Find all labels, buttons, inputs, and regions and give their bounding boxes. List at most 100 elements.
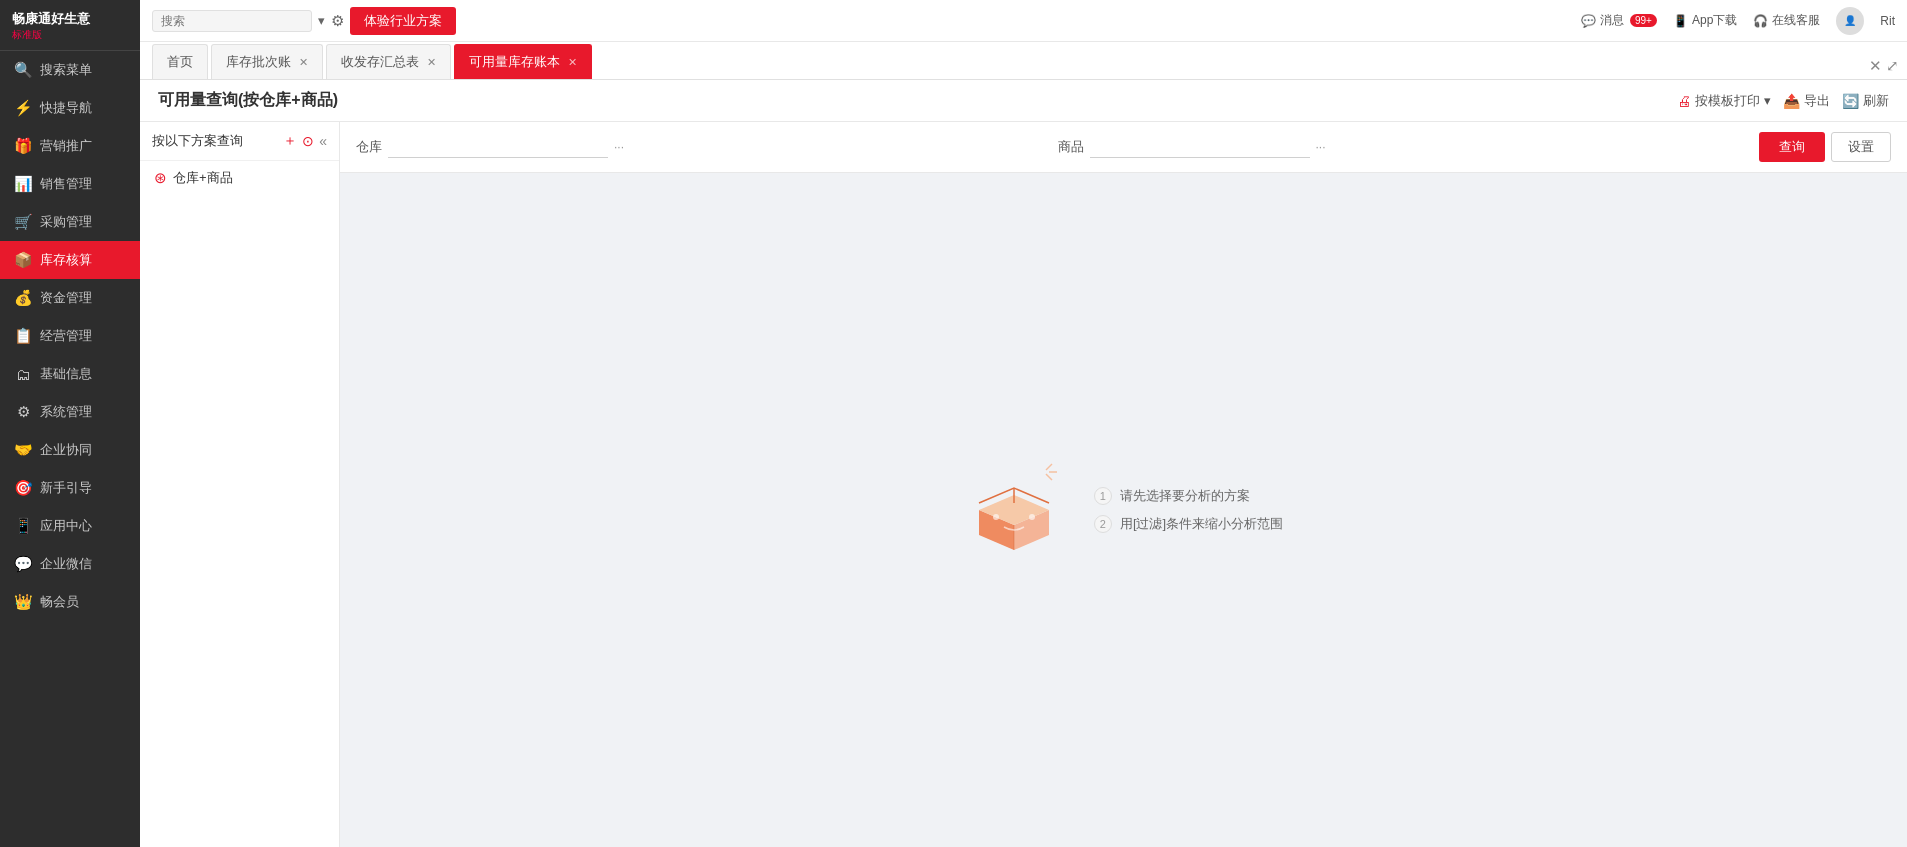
sidebar-item-marketing[interactable]: 🎁营销推广 — [0, 127, 140, 165]
tab-available[interactable]: 可用量库存账本 ✕ — [454, 44, 592, 79]
sales-icon: 📊 — [14, 175, 32, 193]
system-icon: ⚙ — [14, 403, 32, 421]
sidebar-item-label: 企业协同 — [40, 441, 92, 459]
print-btn[interactable]: 🖨 按模板打印 ▾ — [1677, 92, 1771, 110]
work-area: 按以下方案查询 ＋ ⊙ « ⊛ 仓库+商品 仓库 — [140, 122, 1907, 847]
add-scheme-btn[interactable]: ＋ — [283, 132, 297, 150]
tab-close-available[interactable]: ✕ — [568, 56, 577, 69]
topbar-right: 💬 消息 99+ 📱 App下载 🎧 在线客服 👤 Rit — [1581, 7, 1895, 35]
gear-btn[interactable]: ⚙ — [331, 12, 344, 30]
sidebar-item-cooperation[interactable]: 🤝企业协同 — [0, 431, 140, 469]
tab-batch[interactable]: 库存批次账 ✕ — [211, 44, 323, 79]
sidebar-item-search[interactable]: 🔍 搜索菜单 — [0, 51, 140, 89]
trial-btn[interactable]: 体验行业方案 — [350, 7, 456, 35]
app-edition: 标准版 — [12, 28, 128, 42]
sidebar-item-finance[interactable]: 💰资金管理 — [0, 279, 140, 317]
purchase-icon: 🛒 — [14, 213, 32, 231]
apps-icon: 📱 — [14, 517, 32, 535]
sidebar-item-label: 新手引导 — [40, 479, 92, 497]
sidebar-item-guide[interactable]: 🎯 新手引导 — [0, 469, 140, 507]
user-avatar[interactable]: 👤 — [1836, 7, 1864, 35]
sidebar-item-system[interactable]: ⚙系统管理 — [0, 393, 140, 431]
tabbar: 首页库存批次账✕收发存汇总表✕可用量库存账本✕ ✕ ⤢ — [140, 42, 1907, 80]
tab-close-batch[interactable]: ✕ — [299, 56, 308, 69]
settings-scheme-btn[interactable]: ⊙ — [302, 133, 314, 149]
avatar-placeholder: 👤 — [1844, 15, 1856, 26]
filter-settings-btn[interactable]: 设置 — [1831, 132, 1891, 162]
search-input[interactable] — [152, 10, 312, 32]
sidebar-item-label: 搜索菜单 — [40, 61, 92, 79]
sidebar-item-label: 应用中心 — [40, 517, 92, 535]
basic-icon: 🗂 — [14, 366, 32, 383]
scheme-label: 仓库+商品 — [173, 169, 233, 187]
expand-window-btn[interactable]: ⤢ — [1886, 57, 1899, 75]
tip-item-1: 1 请先选择要分析的方案 — [1094, 487, 1283, 505]
tip-text-2: 用[过滤]条件来缩小分析范围 — [1120, 515, 1283, 533]
content-area: 可用量查询(按仓库+商品) 🖨 按模板打印 ▾ 📤 导出 🔄 刷新 — [140, 80, 1907, 847]
empty-state: 1 请先选择要分析的方案 2 用[过滤]条件来缩小分析范围 — [340, 173, 1907, 847]
left-panel: 按以下方案查询 ＋ ⊙ « ⊛ 仓库+商品 — [140, 122, 340, 847]
query-btn[interactable]: 查询 — [1759, 132, 1825, 162]
dropdown-btn[interactable]: ▾ — [318, 13, 325, 28]
topbar-search-area: ▾ ⚙ 体验行业方案 — [152, 7, 1573, 35]
close-window-btn[interactable]: ✕ — [1869, 57, 1882, 75]
product-more-btn[interactable]: ··· — [1316, 140, 1326, 154]
export-icon: 📤 — [1783, 93, 1800, 109]
sidebar-item-basic[interactable]: 🗂 基础信息 — [0, 355, 140, 393]
sidebar-item-label: 基础信息 — [40, 365, 92, 383]
tab-label-available: 可用量库存账本 — [469, 53, 560, 71]
message-btn[interactable]: 💬 消息 99+ — [1581, 12, 1657, 29]
scheme-item-warehouse-product[interactable]: ⊛ 仓库+商品 — [140, 161, 339, 195]
warehouse-more-btn[interactable]: ··· — [614, 140, 624, 154]
empty-illustration — [964, 460, 1064, 560]
search-icon: 🔍 — [14, 61, 32, 79]
marketing-icon: 🎁 — [14, 137, 32, 155]
export-label: 导出 — [1804, 92, 1830, 110]
app-download-btn[interactable]: 📱 App下载 — [1673, 12, 1737, 29]
message-badge: 99+ — [1630, 14, 1657, 27]
refresh-btn[interactable]: 🔄 刷新 — [1842, 92, 1889, 110]
svg-line-9 — [1046, 474, 1052, 480]
svg-line-7 — [1046, 464, 1052, 470]
shortcut-icon: ⚡ — [14, 99, 32, 117]
export-btn[interactable]: 📤 导出 — [1783, 92, 1830, 110]
product-input[interactable] — [1090, 136, 1310, 158]
sidebar-item-label: 销售管理 — [40, 175, 92, 193]
online-service-btn[interactable]: 🎧 在线客服 — [1753, 12, 1820, 29]
message-label: 消息 — [1600, 12, 1624, 29]
sidebar-item-inventory[interactable]: 📦库存核算 — [0, 241, 140, 279]
guide-icon: 🎯 — [14, 479, 32, 497]
svg-point-6 — [1029, 514, 1035, 520]
tab-close-summary[interactable]: ✕ — [427, 56, 436, 69]
tip-num-1: 1 — [1094, 487, 1112, 505]
print-chevron: ▾ — [1764, 93, 1771, 108]
tabbar-right: ✕ ⤢ — [1861, 57, 1907, 79]
refresh-label: 刷新 — [1863, 92, 1889, 110]
sidebar-item-wechat[interactable]: 💬企业微信 — [0, 545, 140, 583]
wechat-icon: 💬 — [14, 555, 32, 573]
svg-point-5 — [993, 514, 999, 520]
page-title: 可用量查询(按仓库+商品) — [158, 90, 338, 111]
inventory-icon: 📦 — [14, 251, 32, 269]
sidebar-nav: 🔍 搜索菜单 ⚡快捷导航🎁营销推广 📊 销售管理 🛒采购管理📦库存核算💰资金管理📋经营管理… — [0, 51, 140, 847]
filter-actions: 查询 设置 — [1759, 132, 1891, 162]
tab-label-batch: 库存批次账 — [226, 53, 291, 71]
sidebar-item-sales[interactable]: 📊 销售管理 — [0, 165, 140, 203]
sidebar-item-member[interactable]: 👑畅会员 — [0, 583, 140, 621]
sidebar-item-apps[interactable]: 📱 应用中心 — [0, 507, 140, 545]
tab-home[interactable]: 首页 — [152, 44, 208, 79]
sidebar-item-shortcut[interactable]: ⚡快捷导航 — [0, 89, 140, 127]
online-service-label: 在线客服 — [1772, 12, 1820, 29]
product-label: 商品 — [1058, 138, 1084, 156]
warehouse-input[interactable] — [388, 136, 608, 158]
refresh-icon: 🔄 — [1842, 93, 1859, 109]
topbar: ▾ ⚙ 体验行业方案 💬 消息 99+ 📱 App下载 🎧 在线客服 👤 Rit — [140, 0, 1907, 42]
tab-summary[interactable]: 收发存汇总表✕ — [326, 44, 451, 79]
tip-item-2: 2 用[过滤]条件来缩小分析范围 — [1094, 515, 1283, 533]
sidebar-item-operations[interactable]: 📋经营管理 — [0, 317, 140, 355]
tip-num-2: 2 — [1094, 515, 1112, 533]
sidebar-item-label: 经营管理 — [40, 327, 92, 345]
warehouse-filter: 仓库 ··· — [356, 136, 1046, 158]
collapse-panel-btn[interactable]: « — [319, 133, 327, 149]
sidebar-item-purchase[interactable]: 🛒采购管理 — [0, 203, 140, 241]
